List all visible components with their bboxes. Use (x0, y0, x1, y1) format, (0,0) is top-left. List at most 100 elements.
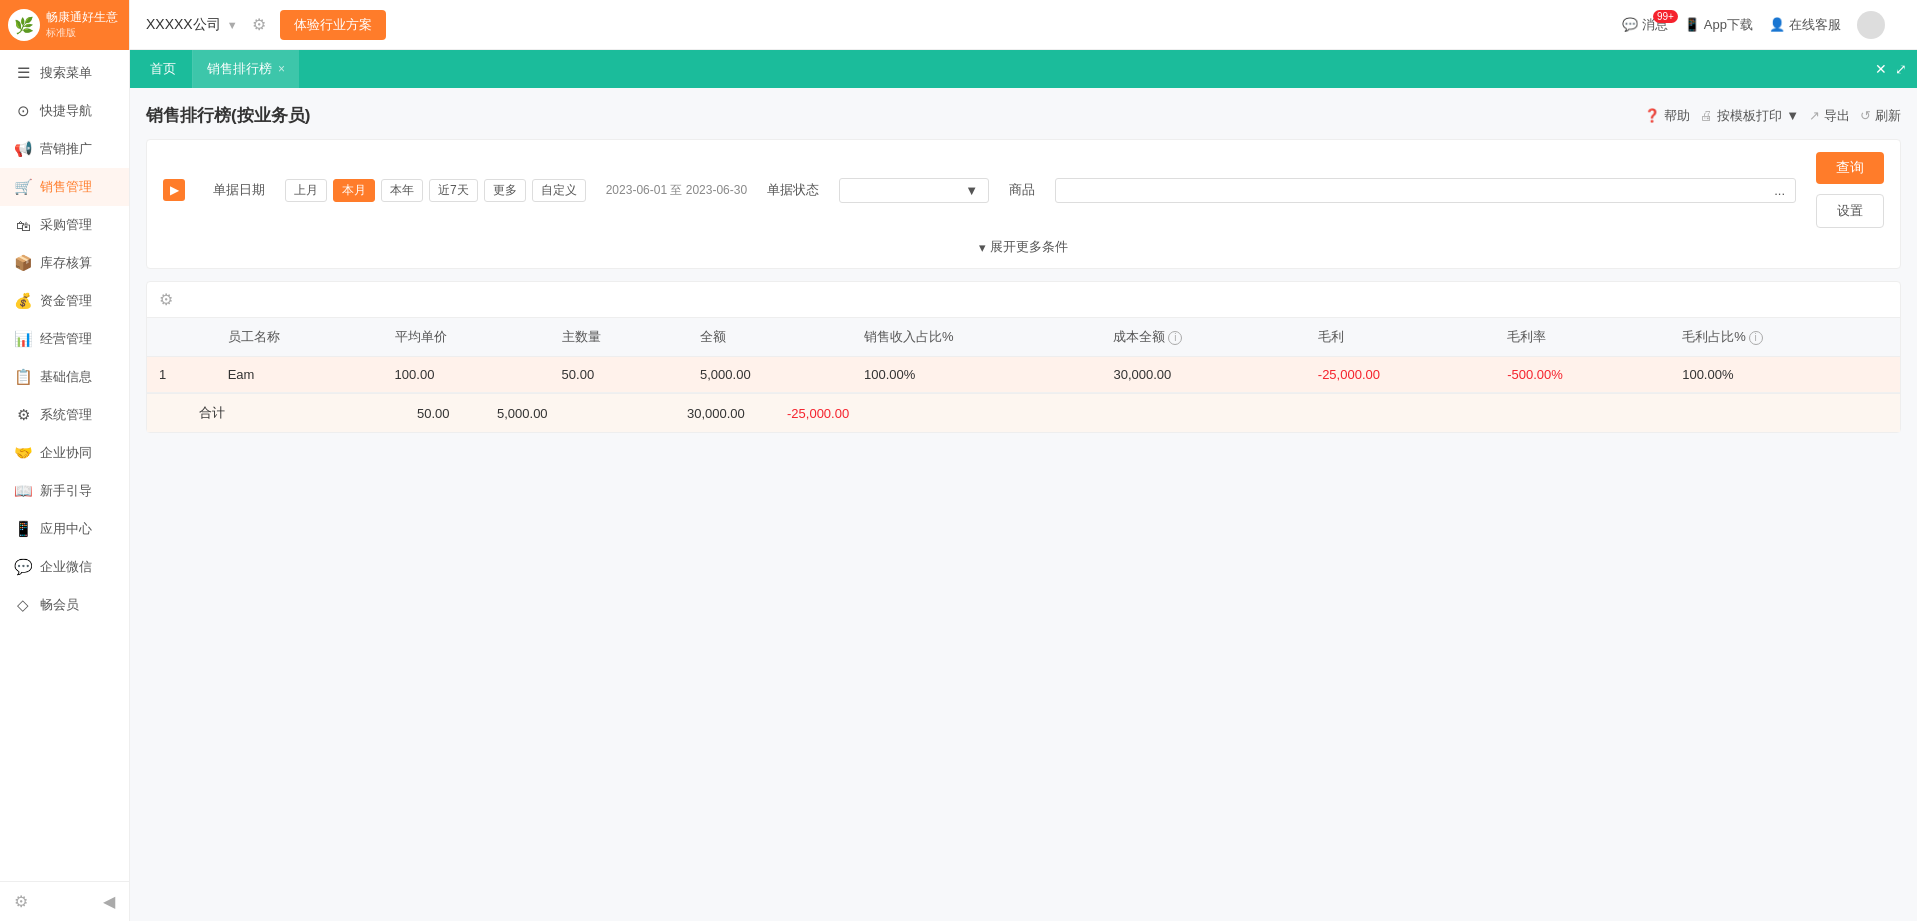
template-print-button[interactable]: 🖨 按模板打印 ▼ (1700, 107, 1799, 125)
export-button[interactable]: ↗ 导出 (1809, 107, 1850, 125)
col-sales-pct: 销售收入占比% (852, 318, 1102, 357)
sidebar-icon-basic: 📋 (14, 368, 32, 386)
app-download-button[interactable]: 📱 App下载 (1684, 16, 1753, 34)
goods-more-icon[interactable]: ... (1774, 183, 1785, 198)
settings-footer-icon[interactable]: ⚙ (14, 892, 28, 911)
filter-settings-button[interactable]: 设置 (1816, 194, 1884, 228)
company-name: XXXXX公司 (146, 16, 221, 34)
message-button[interactable]: 💬 消息 99+ (1622, 16, 1668, 34)
sidebar-item-operations[interactable]: 📊经营管理 (0, 320, 129, 358)
cell-gross: -25,000.00 (1306, 357, 1495, 393)
collapse-sidebar-icon[interactable]: ◀ (103, 892, 115, 911)
query-button[interactable]: 查询 (1816, 152, 1884, 184)
page-title: 销售排行榜(按业务员) (146, 104, 310, 127)
sidebar-icon-search: ☰ (14, 64, 32, 82)
sidebar-label-basic: 基础信息 (40, 368, 92, 386)
sidebar-logo: 🌿 畅康通好生意 标准版 (0, 0, 129, 50)
main-area: XXXXX公司 ▼ ⚙ 体验行业方案 💬 消息 99+ 📱 App下载 👤 在线… (130, 0, 1917, 921)
expand-more-conditions-button[interactable]: ▾ 展开更多条件 (979, 238, 1068, 256)
footer-total-label: 合计 (199, 404, 225, 422)
sidebar-label-system: 系统管理 (40, 406, 92, 424)
sidebar-icon-sales: 🛒 (14, 178, 32, 196)
user-avatar[interactable] (1857, 11, 1885, 39)
cell-avg-price: 100.00 (383, 357, 550, 393)
filter-expand-row: ▾ 展开更多条件 (163, 238, 1884, 256)
sidebar-item-appstore[interactable]: 📱应用中心 (0, 510, 129, 548)
col-gross-pct: 毛利占比%i (1670, 318, 1900, 357)
filter-right-actions: 查询 设置 (1816, 152, 1884, 228)
sidebar-label-collab: 企业协同 (40, 444, 92, 462)
date-7days[interactable]: 近7天 (429, 179, 478, 202)
table-row: 1 Eam 100.00 50.00 5,000.00 100.00% 30,0… (147, 357, 1900, 393)
goods-input[interactable]: ... (1055, 178, 1796, 203)
company-selector[interactable]: XXXXX公司 ▼ (146, 16, 238, 34)
table-toolbar: ⚙ (147, 282, 1900, 318)
filter-expand-arrow[interactable]: ▶ (163, 179, 185, 201)
tab-minimize-icon[interactable]: ✕ (1875, 61, 1887, 77)
message-icon: 💬 (1622, 17, 1638, 32)
sidebar-item-purchase[interactable]: 🛍采购管理 (0, 206, 129, 244)
cell-rank: 1 (147, 357, 216, 393)
sidebar-icon-system: ⚙ (14, 406, 32, 424)
online-service-button[interactable]: 👤 在线客服 (1769, 16, 1841, 34)
sidebar-item-search[interactable]: ☰ 搜索菜单 (0, 54, 129, 92)
sidebar-label-quick-nav: 快捷导航 (40, 102, 92, 120)
message-badge: 99+ (1653, 10, 1678, 23)
sidebar-item-wechat[interactable]: 💬企业微信 (0, 548, 129, 586)
sidebar-item-quick-nav[interactable]: ⊙快捷导航 (0, 92, 129, 130)
cell-amount: 5,000.00 (688, 357, 852, 393)
topbar-gear-icon[interactable]: ⚙ (252, 15, 266, 34)
sidebar-item-marketing[interactable]: 📢营销推广 (0, 130, 129, 168)
tab-expand-icon[interactable]: ⤢ (1895, 61, 1907, 77)
footer-amount: 5,000.00 (485, 406, 575, 421)
sidebar-icon-purchase: 🛍 (14, 217, 32, 234)
sidebar-icon-inventory: 📦 (14, 254, 32, 272)
col-cost: 成本全额i (1101, 318, 1305, 357)
date-last-month[interactable]: 上月 (285, 179, 327, 202)
sidebar-icon-collab: 🤝 (14, 444, 32, 462)
sidebar-item-guide[interactable]: 📖新手引导 (0, 472, 129, 510)
sidebar-label-appstore: 应用中心 (40, 520, 92, 538)
help-button[interactable]: ❓ 帮助 (1644, 107, 1690, 125)
sidebar-item-sales[interactable]: 🛒 销售管理 (0, 168, 129, 206)
tab-home[interactable]: 首页 (134, 50, 193, 88)
date-this-month[interactable]: 本月 (333, 179, 375, 202)
sidebar-item-member[interactable]: ◇畅会员 (0, 586, 129, 624)
sidebar-icon-finance: 💰 (14, 292, 32, 310)
sidebar-icon-member: ◇ (14, 596, 32, 614)
logo-icon: 🌿 (8, 9, 40, 41)
refresh-button[interactable]: ↺ 刷新 (1860, 107, 1901, 125)
date-custom[interactable]: 自定义 (532, 179, 586, 202)
status-select[interactable]: ▼ (839, 178, 989, 203)
date-more[interactable]: 更多 (484, 179, 526, 202)
col-gross-rate: 毛利率 (1495, 318, 1670, 357)
status-select-arrow: ▼ (965, 183, 978, 198)
tab-sales-ranking[interactable]: 销售排行榜 × (193, 50, 299, 88)
topbar: XXXXX公司 ▼ ⚙ 体验行业方案 💬 消息 99+ 📱 App下载 👤 在线… (130, 0, 1917, 50)
sidebar-label-sales: 销售管理 (40, 178, 92, 196)
footer-gross: -25,000.00 (775, 406, 875, 421)
cost-info-icon[interactable]: i (1168, 331, 1182, 345)
sidebar-item-finance[interactable]: 💰 资金管理 (0, 282, 129, 320)
sidebar-item-basic[interactable]: 📋 基础信息 (0, 358, 129, 396)
date-this-year[interactable]: 本年 (381, 179, 423, 202)
sidebar-label-finance: 资金管理 (40, 292, 92, 310)
try-industry-button[interactable]: 体验行业方案 (280, 10, 386, 40)
app-download-icon: 📱 (1684, 17, 1700, 32)
sidebar-item-inventory[interactable]: 📦库存核算 (0, 244, 129, 282)
gross-pct-info-icon[interactable]: i (1749, 331, 1763, 345)
sidebar-nav: ☰ 搜索菜单 ⊙快捷导航📢营销推广 🛒 销售管理 🛍采购管理📦库存核算 💰 资金管理 📊经营管理… (0, 50, 129, 881)
sidebar-item-system[interactable]: ⚙ 系统管理 (0, 396, 129, 434)
table-settings-icon[interactable]: ⚙ (159, 290, 173, 309)
footer-qty: 50.00 (405, 406, 485, 421)
sidebar-item-collab[interactable]: 🤝 企业协同 (0, 434, 129, 472)
date-filter-group: 上月 本月 本年 近7天 更多 自定义 (285, 179, 586, 202)
sidebar-footer: ⚙ ◀ (0, 881, 129, 921)
tab-close-icon[interactable]: × (278, 62, 285, 76)
date-filter-label: 单据日期 (213, 181, 265, 199)
sidebar-label-search: 搜索菜单 (40, 64, 92, 82)
cell-cost: 30,000.00 (1101, 357, 1305, 393)
rankings-table: 员工名称 平均单价 主数量 全额 销售收入占比% 成本全额i 毛利 毛利率 毛利… (147, 318, 1900, 393)
company-dropdown-arrow: ▼ (227, 19, 238, 31)
footer-cost: 30,000.00 (675, 406, 775, 421)
